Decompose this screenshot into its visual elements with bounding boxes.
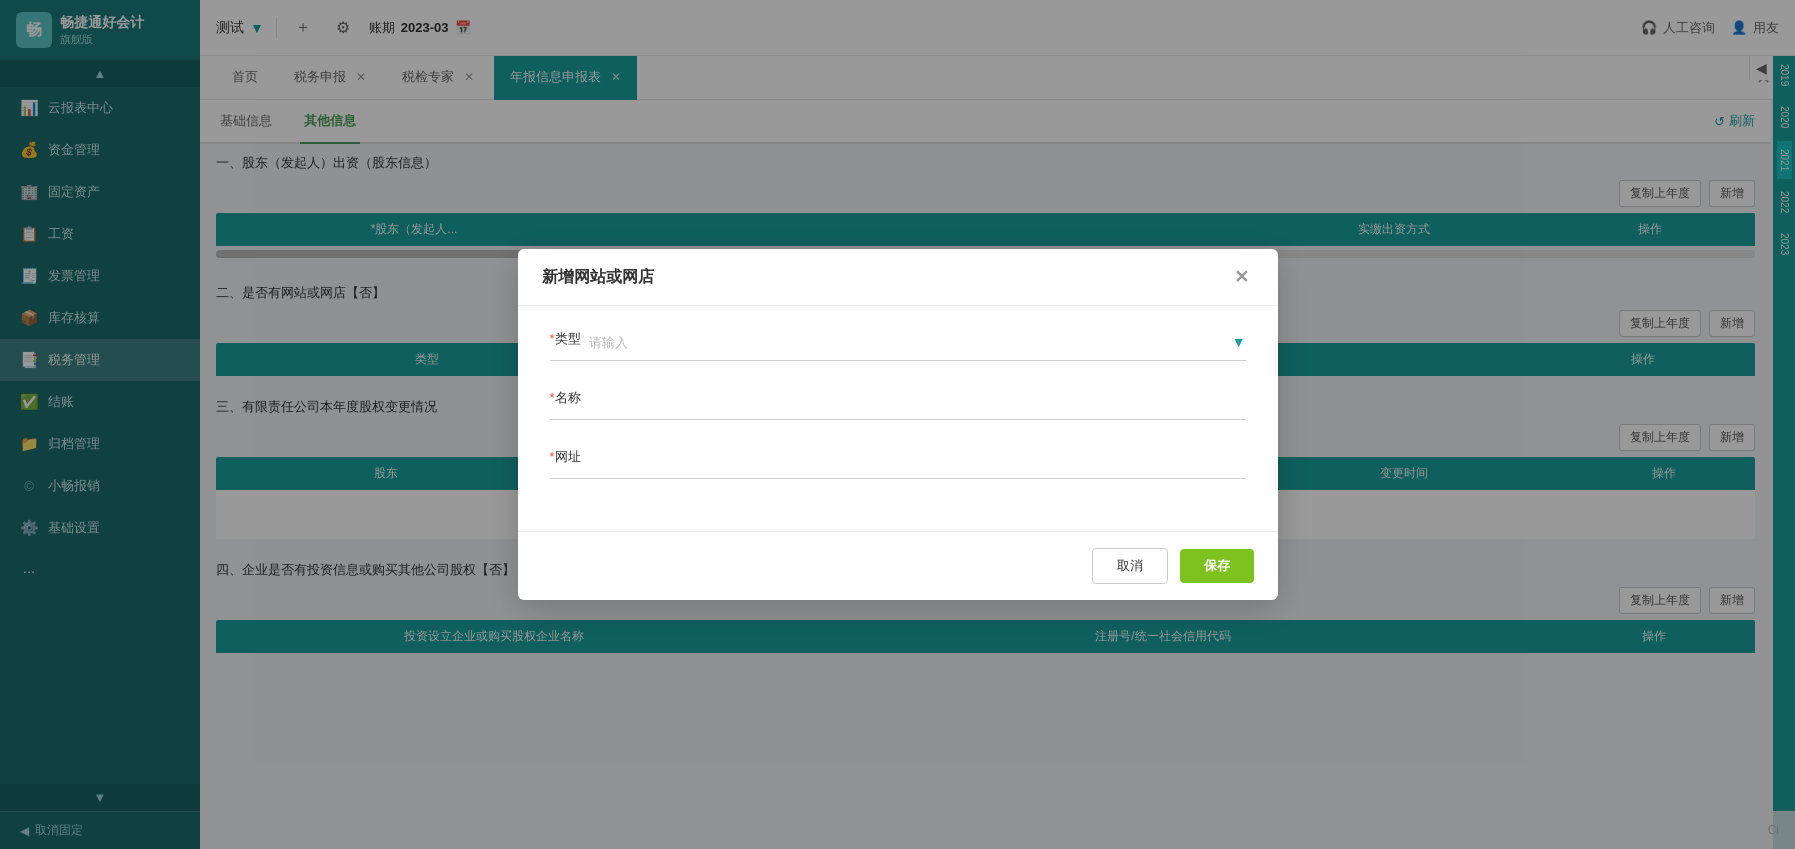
modal-body: *类型 ▼ *名称	[518, 306, 1278, 531]
save-button[interactable]: 保存	[1180, 549, 1254, 583]
type-input[interactable]	[589, 331, 1232, 354]
url-input[interactable]	[589, 449, 1246, 472]
modal-header: 新增网站或网店 ✕	[518, 249, 1278, 306]
form-field-type: *类型 ▼	[550, 330, 1246, 361]
type-dropdown-arrow[interactable]: ▼	[1232, 334, 1246, 350]
name-input-row: *名称	[550, 389, 1246, 420]
url-input-row: *网址	[550, 448, 1246, 479]
type-label: *类型	[550, 330, 581, 348]
modal-close-button[interactable]: ✕	[1230, 265, 1254, 289]
modal-footer: 取消 保存	[518, 531, 1278, 600]
modal-overlay: 新增网站或网店 ✕ *类型 ▼ *名称	[0, 0, 1795, 849]
name-input[interactable]	[589, 390, 1246, 413]
modal-title: 新增网站或网店	[542, 267, 654, 288]
url-label: *网址	[550, 448, 581, 466]
cancel-button[interactable]: 取消	[1092, 548, 1168, 584]
modal-add-website: 新增网站或网店 ✕ *类型 ▼ *名称	[518, 249, 1278, 600]
type-input-row: *类型 ▼	[550, 330, 1246, 361]
form-field-url: *网址	[550, 448, 1246, 479]
name-label: *名称	[550, 389, 581, 407]
form-field-name: *名称	[550, 389, 1246, 420]
